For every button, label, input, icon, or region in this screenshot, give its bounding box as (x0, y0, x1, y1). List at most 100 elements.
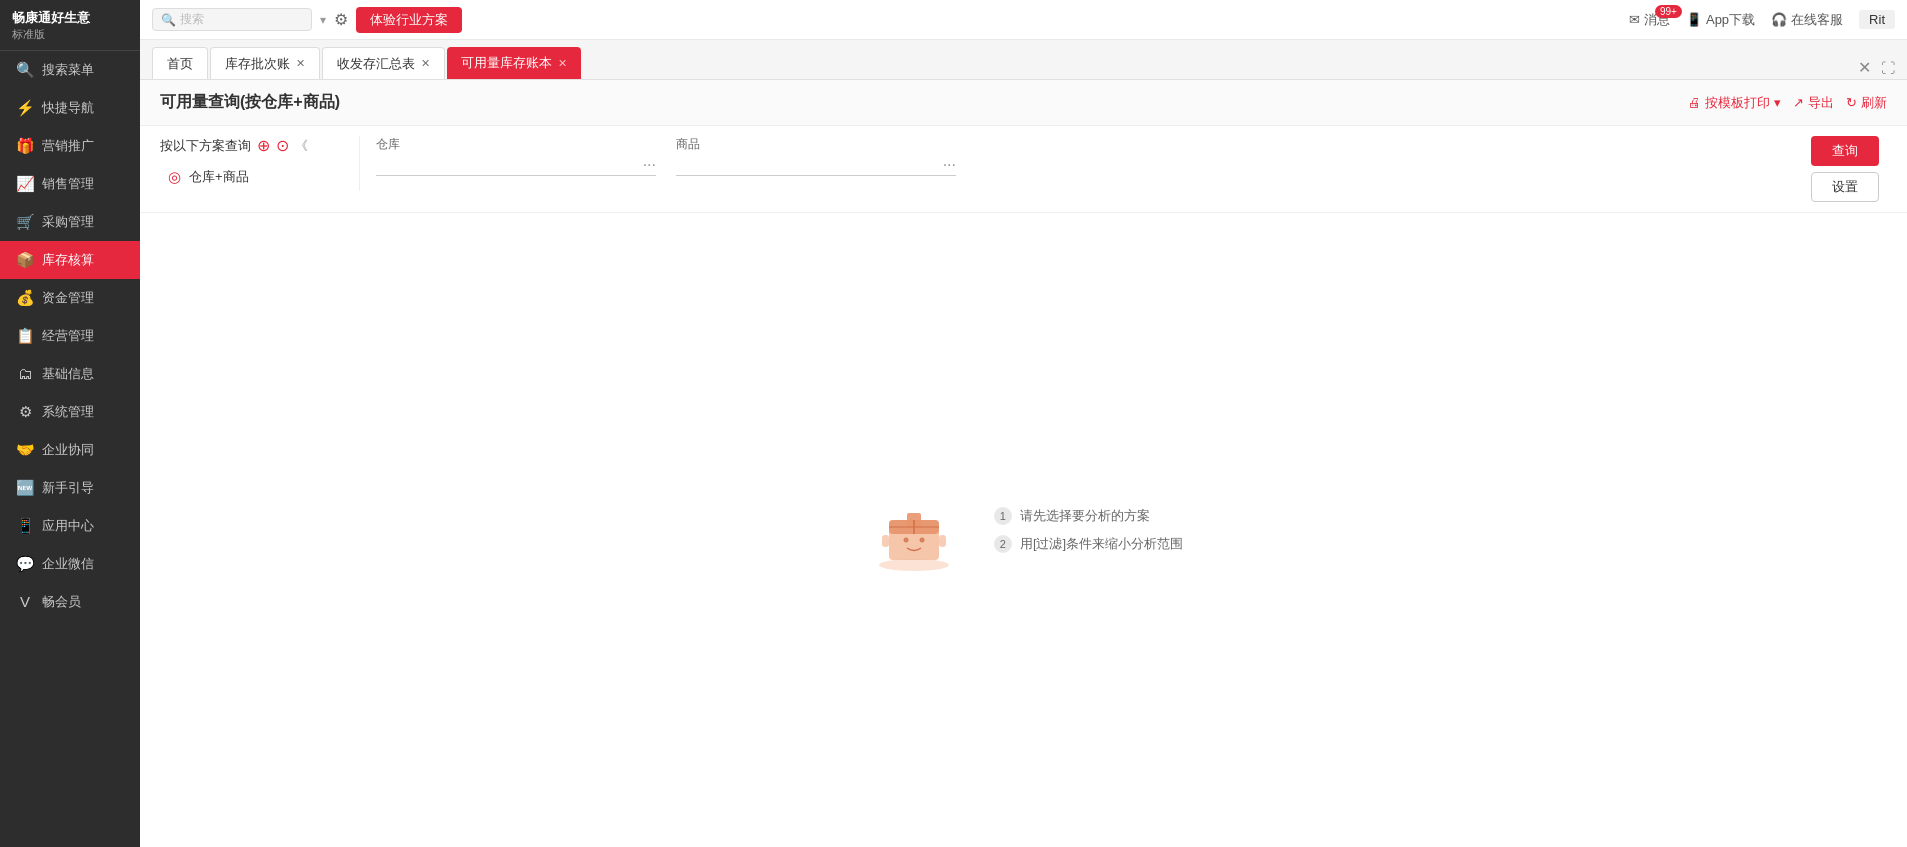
online-service-item[interactable]: 🎧 在线客服 (1771, 11, 1843, 29)
page-content: 可用量查询(按仓库+商品) 🖨 按模板打印 ▾ ↗ 导出 ↻ 刷新 (140, 80, 1907, 847)
svg-point-0 (879, 559, 949, 571)
svg-rect-9 (939, 535, 946, 547)
settings-button[interactable]: 设置 (1811, 172, 1879, 202)
tabbar-close-button[interactable]: ✕ (1856, 56, 1873, 79)
tip-num-1: 1 (994, 507, 1012, 525)
collapse-icon[interactable]: 《 (295, 137, 308, 155)
query-button[interactable]: 查询 (1811, 136, 1879, 166)
sidebar-scroll: 🔍 搜索菜单 ⚡ 快捷导航 🎁 营销推广 📈 销售管理 🛒 采购管理 📦 库存核… (0, 51, 140, 847)
empty-tip-2: 2 用[过滤]条件来缩小分析范围 (994, 535, 1183, 553)
goods-dots-icon[interactable]: ··· (943, 157, 956, 173)
shortcut-icon: ⚡ (16, 99, 34, 117)
online-service-label: 在线客服 (1791, 11, 1843, 29)
refresh-action[interactable]: ↻ 刷新 (1846, 94, 1887, 112)
sidebar-label-basic: 基础信息 (42, 365, 94, 383)
empty-tips: 1 请先选择要分析的方案 2 用[过滤]条件来缩小分析范围 (994, 507, 1183, 553)
scheme-header-label: 按以下方案查询 (160, 137, 251, 155)
warehouse-input[interactable] (376, 158, 639, 173)
topbar-chevron-icon[interactable]: ▾ (320, 13, 326, 27)
export-action[interactable]: ↗ 导出 (1793, 94, 1834, 112)
page-header: 可用量查询(按仓库+商品) 🖨 按模板打印 ▾ ↗ 导出 ↻ 刷新 (140, 80, 1907, 126)
sidebar-item-system[interactable]: ⚙ 系统管理 (0, 393, 140, 431)
sidebar-label-system: 系统管理 (42, 403, 94, 421)
scheme-settings-icon[interactable]: ⊙ (276, 136, 289, 155)
member-icon: V (16, 593, 34, 611)
app-download-item[interactable]: 📱 App下载 (1686, 11, 1755, 29)
user-name[interactable]: Rit (1859, 10, 1895, 29)
tab-available-close-icon[interactable]: ✕ (558, 57, 567, 70)
operation-icon: 📋 (16, 327, 34, 345)
svg-rect-8 (882, 535, 889, 547)
topbar-right: ✉ 消息 99+ 📱 App下载 🎧 在线客服 Rit (1629, 10, 1895, 29)
trial-button[interactable]: 体验行业方案 (356, 7, 462, 33)
tab-available-label: 可用量库存账本 (461, 54, 552, 72)
sidebar-item-finance[interactable]: 💰 资金管理 (0, 279, 140, 317)
tabbar-expand-button[interactable]: ⛶ (1881, 60, 1895, 76)
sidebar-item-purchase[interactable]: 🛒 采购管理 (0, 203, 140, 241)
sidebar-item-shortcut[interactable]: ⚡ 快捷导航 (0, 89, 140, 127)
company-name: 畅康通好生意 (12, 10, 128, 27)
topbar-gear-icon[interactable]: ⚙ (334, 10, 348, 29)
sidebar-item-search[interactable]: 🔍 搜索菜单 (0, 51, 140, 89)
tab-available-ledger[interactable]: 可用量库存账本 ✕ (447, 47, 581, 79)
tab-receive-close-icon[interactable]: ✕ (421, 57, 430, 70)
enterprise-icon: 🤝 (16, 441, 34, 459)
tip-text-2: 用[过滤]条件来缩小分析范围 (1020, 535, 1183, 553)
sidebar-item-appstore[interactable]: 📱 应用中心 (0, 507, 140, 545)
add-scheme-icon[interactable]: ⊕ (257, 136, 270, 155)
appstore-icon: 📱 (16, 517, 34, 535)
tab-home[interactable]: 首页 (152, 47, 208, 79)
tip-text-1: 请先选择要分析的方案 (1020, 507, 1150, 525)
basic-icon: 🗂 (16, 365, 34, 383)
svg-point-6 (903, 538, 908, 543)
page-header-actions: 🖨 按模板打印 ▾ ↗ 导出 ↻ 刷新 (1688, 94, 1887, 112)
sidebar-label-inventory: 库存核算 (42, 251, 94, 269)
edition-label: 标准版 (12, 27, 128, 42)
main-area: 🔍 搜索 ▾ ⚙ 体验行业方案 ✉ 消息 99+ 📱 App下载 🎧 在线客服 … (140, 0, 1907, 847)
filter-field-warehouse: 仓库 ··· (376, 136, 656, 176)
sidebar-item-inventory[interactable]: 📦 库存核算 (0, 241, 140, 279)
warehouse-dots-icon[interactable]: ··· (643, 157, 656, 173)
tab-batch-account[interactable]: 库存批次账 ✕ (210, 47, 320, 79)
print-label: 按模板打印 (1705, 94, 1770, 112)
message-icon: ✉ (1629, 12, 1640, 27)
page-title: 可用量查询(按仓库+商品) (160, 92, 1688, 113)
printer-icon: 🖨 (1688, 95, 1701, 110)
sidebar: 畅康通好生意 标准版 🔍 搜索菜单 ⚡ 快捷导航 🎁 营销推广 📈 销售管理 🛒… (0, 0, 140, 847)
marketing-icon: 🎁 (16, 137, 34, 155)
sidebar-item-wechat[interactable]: 💬 企业微信 (0, 545, 140, 583)
message-item[interactable]: ✉ 消息 99+ (1629, 11, 1670, 29)
message-badge: 99+ (1655, 5, 1682, 18)
sidebar-item-member[interactable]: V 畅会员 (0, 583, 140, 621)
tab-batch-close-icon[interactable]: ✕ (296, 57, 305, 70)
goods-input[interactable] (676, 158, 939, 173)
refresh-label: 刷新 (1861, 94, 1887, 112)
sidebar-label-operation: 经营管理 (42, 327, 94, 345)
sidebar-label-wechat: 企业微信 (42, 555, 94, 573)
sidebar-item-marketing[interactable]: 🎁 营销推广 (0, 127, 140, 165)
sidebar-label-marketing: 营销推广 (42, 137, 94, 155)
scheme-warehouse-goods[interactable]: ◎ 仓库+商品 (160, 163, 347, 191)
tabbar-right: ✕ ⛶ (1856, 56, 1895, 79)
export-icon: ↗ (1793, 95, 1804, 110)
sidebar-item-sales[interactable]: 📈 销售管理 (0, 165, 140, 203)
sidebar-item-basic[interactable]: 🗂 基础信息 (0, 355, 140, 393)
topbar-search-box[interactable]: 🔍 搜索 (152, 8, 312, 31)
scheme-icon: ◎ (168, 168, 181, 186)
tab-receive-summary[interactable]: 收发存汇总表 ✕ (322, 47, 445, 79)
sidebar-label-member: 畅会员 (42, 593, 81, 611)
search-placeholder: 搜索 (180, 11, 204, 28)
sidebar-item-operation[interactable]: 📋 经营管理 (0, 317, 140, 355)
sidebar-label-finance: 资金管理 (42, 289, 94, 307)
system-icon: ⚙ (16, 403, 34, 421)
filter-schemes-panel: 按以下方案查询 ⊕ ⊙ 《 ◎ 仓库+商品 (160, 136, 360, 191)
print-action[interactable]: 🖨 按模板打印 ▾ (1688, 94, 1781, 112)
sidebar-item-enterprise[interactable]: 🤝 企业协同 (0, 431, 140, 469)
sidebar-label-purchase: 采购管理 (42, 213, 94, 231)
inventory-icon: 📦 (16, 251, 34, 269)
sidebar-item-newbie[interactable]: 🆕 新手引导 (0, 469, 140, 507)
tab-receive-label: 收发存汇总表 (337, 55, 415, 73)
goods-label: 商品 (676, 136, 956, 153)
tab-home-label: 首页 (167, 55, 193, 73)
sidebar-label-sales: 销售管理 (42, 175, 94, 193)
